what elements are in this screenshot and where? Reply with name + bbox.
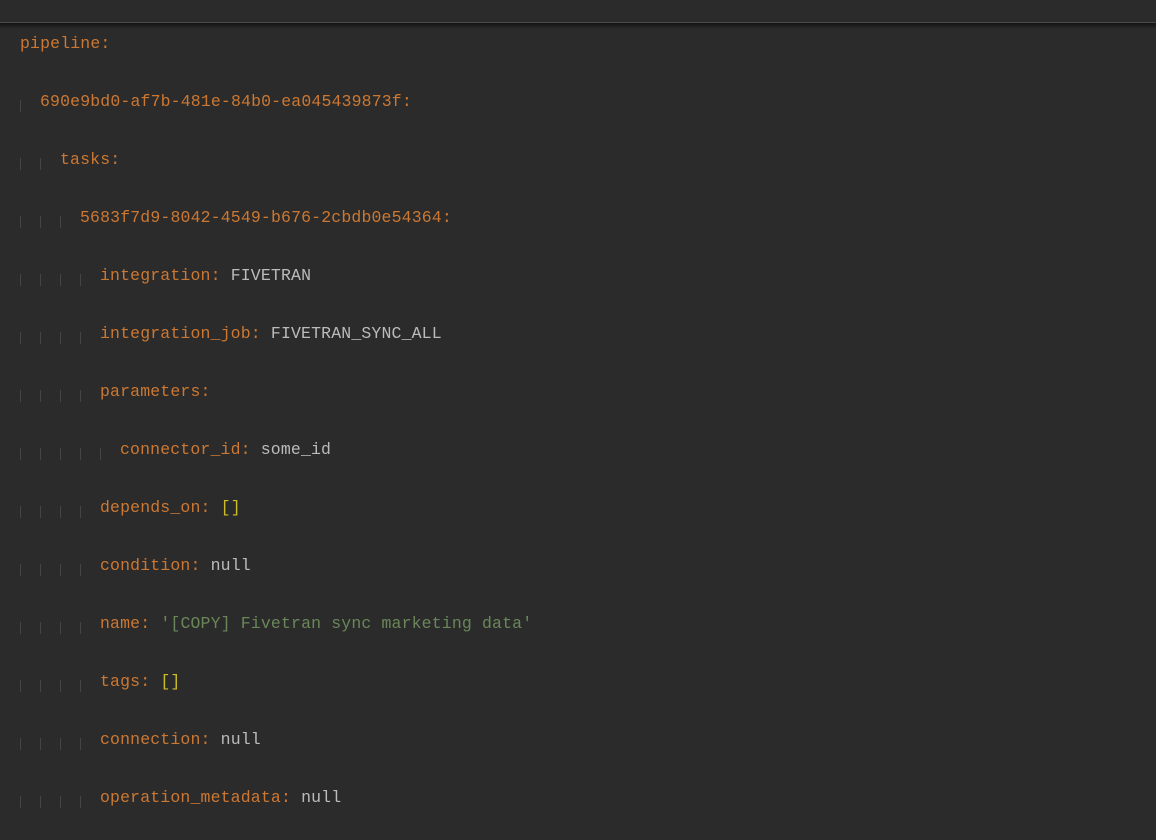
colon: : [201, 730, 211, 749]
yaml-key: tags [100, 672, 140, 691]
colon: : [402, 92, 412, 111]
yaml-key: connection [100, 730, 201, 749]
colon: : [140, 614, 150, 633]
yaml-key: operation_metadata [100, 788, 281, 807]
code-line[interactable]: tags: [] [20, 667, 1156, 696]
code-line[interactable]: 5683f7d9-8042-4549-b676-2cbdb0e54364: [20, 203, 1156, 232]
colon: : [110, 150, 120, 169]
yaml-key: pipeline [20, 34, 100, 53]
colon: : [190, 556, 200, 575]
code-line[interactable]: depends_on: [] [20, 493, 1156, 522]
code-line[interactable]: integration_job: FIVETRAN_SYNC_ALL [20, 319, 1156, 348]
colon: : [241, 440, 251, 459]
code-line[interactable]: condition: null [20, 551, 1156, 580]
yaml-key: condition [100, 556, 190, 575]
code-line[interactable]: 690e9bd0-af7b-481e-84b0-ea045439873f: [20, 87, 1156, 116]
yaml-key: depends_on [100, 498, 201, 517]
yaml-string: '[COPY] Fivetran sync marketing data' [160, 614, 532, 633]
yaml-value: null [221, 730, 261, 749]
colon: : [100, 34, 110, 53]
code-line[interactable]: operation_metadata: null [20, 783, 1156, 812]
colon: : [201, 382, 211, 401]
yaml-value: [] [160, 672, 180, 691]
code-line[interactable]: name: '[COPY] Fivetran sync marketing da… [20, 609, 1156, 638]
yaml-key: integration [100, 266, 211, 285]
code-content[interactable]: pipeline: 690e9bd0-af7b-481e-84b0-ea0454… [0, 0, 1156, 840]
yaml-key: 690e9bd0-af7b-481e-84b0-ea045439873f [40, 92, 402, 111]
colon: : [281, 788, 291, 807]
yaml-key: connector_id [120, 440, 241, 459]
yaml-value: FIVETRAN [231, 266, 311, 285]
yaml-value: FIVETRAN_SYNC_ALL [271, 324, 442, 343]
colon: : [211, 266, 221, 285]
colon: : [442, 208, 452, 227]
yaml-value: [] [221, 498, 241, 517]
code-line[interactable]: integration: FIVETRAN [20, 261, 1156, 290]
code-line[interactable]: connection: null [20, 725, 1156, 754]
colon: : [140, 672, 150, 691]
yaml-value: null [211, 556, 251, 575]
yaml-value: null [301, 788, 341, 807]
yaml-key: integration_job [100, 324, 251, 343]
code-editor[interactable]: pipeline: 690e9bd0-af7b-481e-84b0-ea0454… [0, 0, 1156, 840]
code-line[interactable]: pipeline: [20, 29, 1156, 58]
yaml-key: name [100, 614, 140, 633]
yaml-key: tasks [60, 150, 110, 169]
yaml-value: some_id [261, 440, 331, 459]
code-line[interactable]: parameters: [20, 377, 1156, 406]
code-line[interactable]: tasks: [20, 145, 1156, 174]
yaml-key: 5683f7d9-8042-4549-b676-2cbdb0e54364 [80, 208, 442, 227]
yaml-key: parameters [100, 382, 201, 401]
colon: : [251, 324, 261, 343]
code-line[interactable]: connector_id: some_id [20, 435, 1156, 464]
colon: : [201, 498, 211, 517]
